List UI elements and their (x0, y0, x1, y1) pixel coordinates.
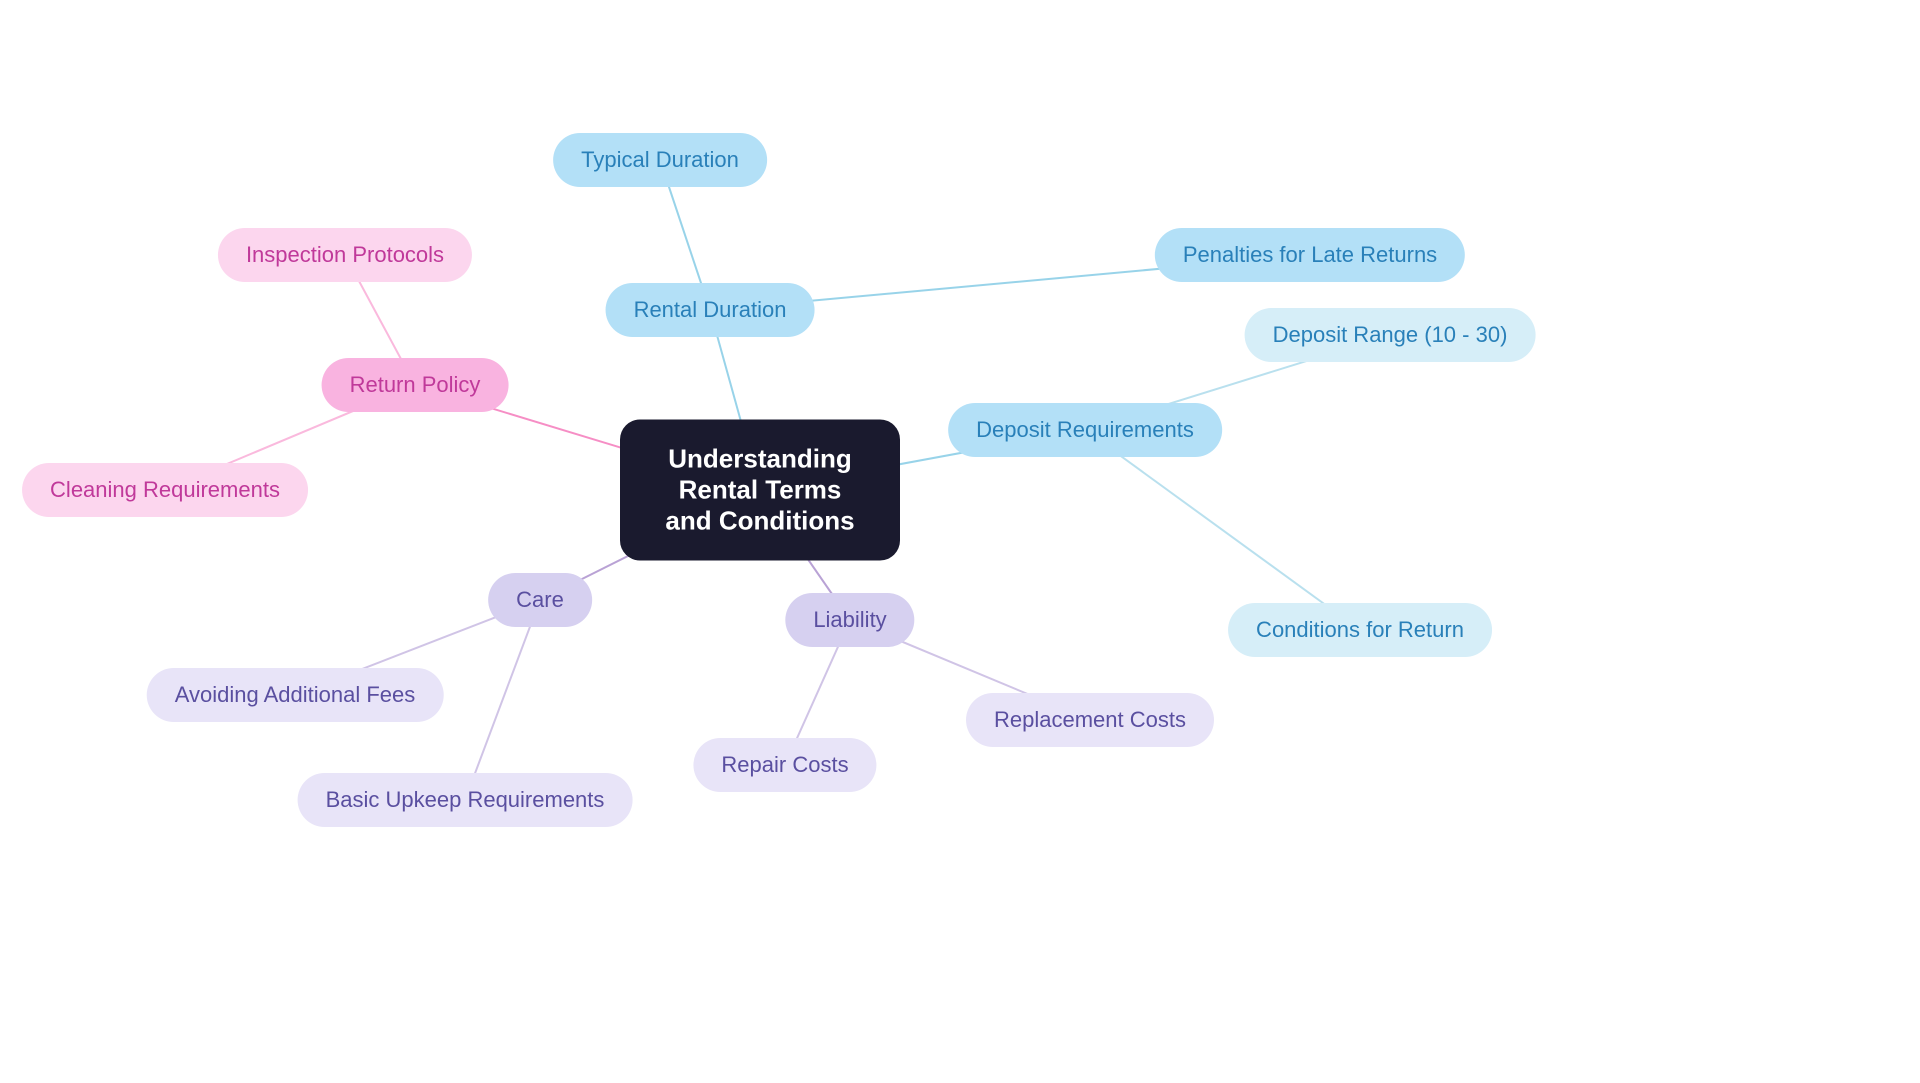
replacement-costs-node: Replacement Costs (966, 693, 1214, 747)
basic-upkeep-requirements-node: Basic Upkeep Requirements (298, 773, 633, 827)
connections-svg (0, 0, 1920, 1083)
penalties-late-returns-node: Penalties for Late Returns (1155, 228, 1465, 282)
avoiding-additional-fees-node: Avoiding Additional Fees (147, 668, 444, 722)
conditions-for-return-node: Conditions for Return (1228, 603, 1492, 657)
deposit-requirements-node: Deposit Requirements (948, 403, 1222, 457)
mindmap-container: Understanding Rental Terms and Condition… (0, 0, 1920, 1083)
return-policy-node: Return Policy (322, 358, 509, 412)
deposit-range-node: Deposit Range (10 - 30) (1245, 308, 1536, 362)
cleaning-requirements-node: Cleaning Requirements (22, 463, 308, 517)
liability-node: Liability (785, 593, 914, 647)
typical-duration-node: Typical Duration (553, 133, 767, 187)
center-node: Understanding Rental Terms and Condition… (620, 420, 900, 561)
rental-duration-node: Rental Duration (606, 283, 815, 337)
care-node: Care (488, 573, 592, 627)
repair-costs-node: Repair Costs (693, 738, 876, 792)
inspection-protocols-node: Inspection Protocols (218, 228, 472, 282)
